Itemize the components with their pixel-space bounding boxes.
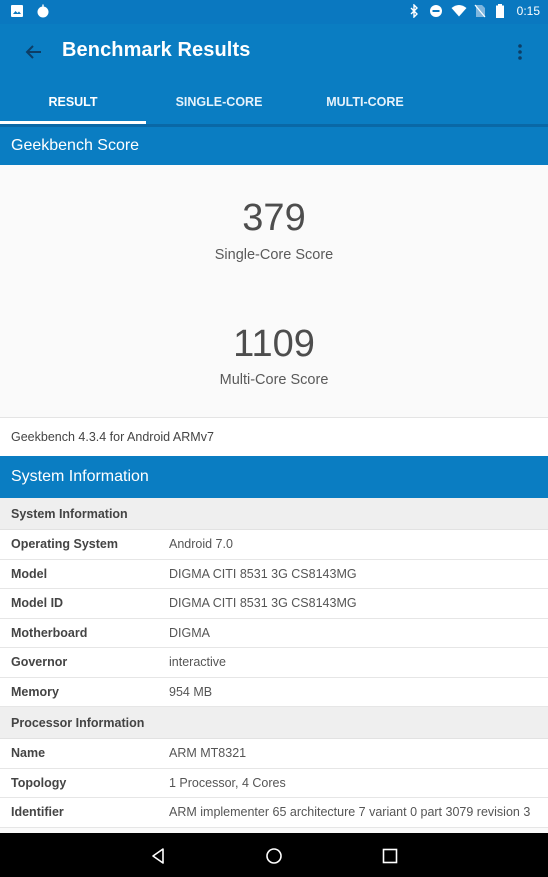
table-row: Model ID DIGMA CITI 8531 3G CS8143MG xyxy=(0,589,548,619)
multi-core-score-label: Multi-Core Score xyxy=(219,372,329,388)
row-value: ARM MT8321 xyxy=(169,746,247,760)
geekbench-version: Geekbench 4.3.4 for Android ARMv7 xyxy=(0,417,548,456)
page-title: Benchmark Results xyxy=(62,39,251,61)
status-time: 0:15 xyxy=(516,4,540,18)
row-value: ARM implementer 65 architecture 7 varian… xyxy=(169,805,531,819)
table-row: Memory 954 MB xyxy=(0,677,548,707)
row-value: interactive xyxy=(169,655,226,669)
row-key: Name xyxy=(11,746,46,760)
group-header-processor: Processor Information xyxy=(0,707,548,739)
nav-recents-button[interactable] xyxy=(378,844,402,868)
row-key: Identifier xyxy=(11,805,64,819)
row-key: Motherboard xyxy=(11,625,88,640)
table-row: Topology 1 Processor, 4 Cores xyxy=(0,768,548,798)
tab-single-core-label: SINGLE-CORE xyxy=(175,95,263,109)
home-circle-icon xyxy=(266,848,282,864)
arrow-back-icon xyxy=(25,45,41,59)
row-key: Governor xyxy=(11,655,68,669)
recents-square-icon xyxy=(382,848,398,864)
row-key: Model ID xyxy=(11,596,64,610)
navigation-bar xyxy=(0,833,548,877)
row-value: 954 MB xyxy=(169,684,213,699)
system-information-table: System Information Operating System Andr… xyxy=(0,498,548,828)
app-notification-icon xyxy=(36,4,50,18)
more-vert-icon xyxy=(518,44,522,60)
wifi-icon xyxy=(451,4,467,18)
system-information-header: System Information xyxy=(0,456,548,498)
nav-back-button[interactable] xyxy=(146,844,170,868)
tab-bar: RESULT SINGLE-CORE MULTI-CORE xyxy=(0,82,548,124)
table-row: Name ARM MT8321 xyxy=(0,739,548,769)
row-value: Android 7.0 xyxy=(169,537,233,551)
do-not-disturb-icon xyxy=(429,4,443,18)
row-key: Memory xyxy=(11,684,59,699)
geekbench-score-header: Geekbench Score xyxy=(0,124,548,165)
status-bar: 0:15 xyxy=(0,0,548,24)
tab-result[interactable]: RESULT xyxy=(0,82,146,124)
bluetooth-icon xyxy=(407,3,421,19)
single-core-score-value: 379 xyxy=(242,197,306,239)
tab-multi-core[interactable]: MULTI-CORE xyxy=(292,82,438,124)
single-core-score-label: Single-Core Score xyxy=(214,247,334,263)
table-row: Motherboard DIGMA xyxy=(0,618,548,648)
table-row: Identifier ARM implementer 65 architectu… xyxy=(0,798,548,828)
tab-result-label: RESULT xyxy=(48,95,98,109)
row-key: Model xyxy=(11,566,48,581)
score-area: 379 Single-Core Score 1109 Multi-Core Sc… xyxy=(0,165,548,417)
tab-single-core[interactable]: SINGLE-CORE xyxy=(146,82,292,124)
group-header-system: System Information xyxy=(0,498,548,530)
row-key: Topology xyxy=(11,775,67,790)
table-row: Model DIGMA CITI 8531 3G CS8143MG xyxy=(0,559,548,589)
row-value: DIGMA CITI 8531 3G CS8143MG xyxy=(169,566,357,581)
table-row: Operating System Android 7.0 xyxy=(0,530,548,560)
app-bar: Benchmark Results RESULT SINGLE-CORE MUL… xyxy=(0,24,548,124)
battery-icon xyxy=(495,4,509,18)
screen: 0:15 Benchmark Results RESULT SINGLE-COR… xyxy=(0,0,548,877)
row-value: DIGMA CITI 8531 3G CS8143MG xyxy=(169,596,357,610)
no-sim-icon xyxy=(473,4,487,18)
overflow-menu-button[interactable] xyxy=(512,40,528,64)
multi-core-score-value: 1109 xyxy=(233,323,315,365)
image-notification-icon xyxy=(10,4,24,18)
row-value: 1 Processor, 4 Cores xyxy=(169,775,286,790)
back-triangle-icon xyxy=(152,848,164,864)
row-key: Operating System xyxy=(11,537,118,551)
table-row: Governor interactive xyxy=(0,648,548,678)
nav-home-button[interactable] xyxy=(262,844,286,868)
tab-multi-core-label: MULTI-CORE xyxy=(326,95,404,109)
back-button[interactable] xyxy=(20,38,48,66)
row-value: DIGMA xyxy=(169,625,210,640)
